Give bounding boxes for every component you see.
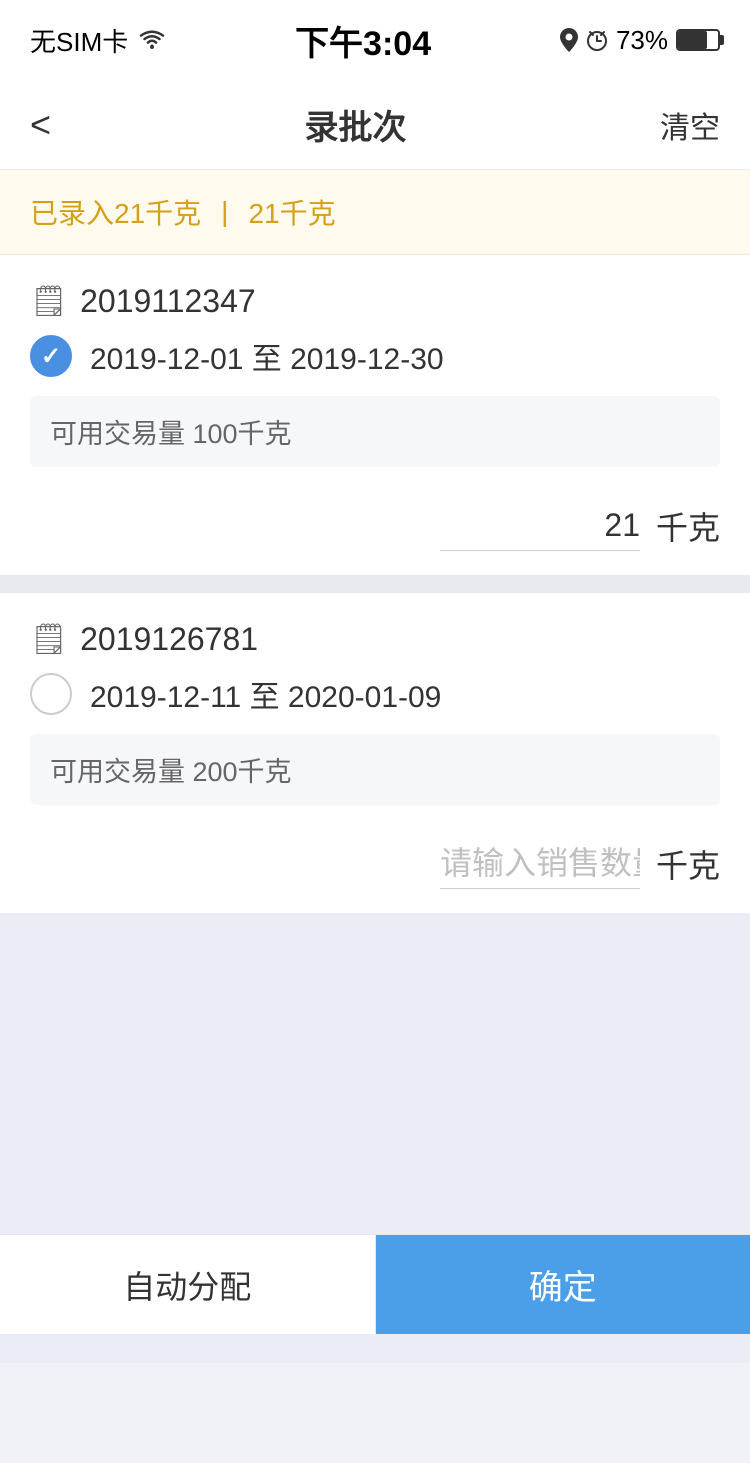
batch-2-date-row: 2019-12-11 至 2020-01-09 (0, 672, 750, 734)
location-icon (560, 28, 578, 52)
batch-2-header: 🗒 2019126781 (0, 593, 750, 672)
batch-2-input-row: 千克 (0, 823, 750, 913)
batch-1-radio[interactable]: ✓ (30, 335, 72, 377)
summary-bar: 已录入21千克 | 21千克 (0, 170, 750, 255)
alarm-icon (586, 28, 608, 52)
batch-2-unit: 千克 (656, 841, 720, 887)
summary-divider: | (221, 196, 228, 228)
footer: 自动分配 确定 (0, 1234, 750, 1334)
check-icon: ✓ (41, 342, 61, 371)
batch-2-radio[interactable] (30, 673, 72, 715)
status-time: 下午3:04 (295, 16, 431, 65)
nav-bar: < 录批次 清空 (0, 80, 750, 170)
batch-1-date-row: ✓ 2019-12-01 至 2019-12-30 (0, 334, 750, 396)
batch-2-available: 可用交易量 200千克 (30, 734, 720, 805)
batch-item-2: 🗒 2019126781 2019-12-11 至 2020-01-09 可用交… (0, 593, 750, 913)
batch-1-doc-icon: 🗒 (30, 284, 68, 319)
back-button[interactable]: < (30, 104, 51, 146)
batch-1-available: 可用交易量 100千克 (30, 396, 720, 467)
carrier-text: 无SIM卡 (30, 22, 128, 59)
batch-1-quantity-input[interactable] (440, 501, 640, 551)
status-right: 73% (560, 25, 720, 56)
wifi-icon (138, 29, 166, 51)
batch-1-id: 2019112347 (80, 283, 256, 320)
battery-icon (676, 29, 720, 51)
entered-label: 已录入21千克 (30, 192, 201, 232)
batch-1-unit: 千克 (656, 503, 720, 549)
battery-text: 73% (616, 25, 668, 56)
batch-2-id: 2019126781 (80, 621, 258, 658)
batch-2-doc-icon: 🗒 (30, 622, 68, 657)
section-separator-1 (0, 575, 750, 593)
summary-value: 21千克 (248, 192, 335, 232)
page-title: 录批次 (305, 100, 407, 149)
batch-1-date: 2019-12-01 至 2019-12-30 (90, 334, 444, 378)
status-bar: 无SIM卡 下午3:04 73% (0, 0, 750, 80)
status-left: 无SIM卡 (30, 22, 166, 59)
batch-2-date: 2019-12-11 至 2020-01-09 (90, 672, 441, 716)
batch-2-quantity-input[interactable] (440, 839, 640, 889)
batch-1-header: 🗒 2019112347 (0, 255, 750, 334)
auto-distribute-button[interactable]: 自动分配 (0, 1235, 376, 1334)
batch-1-input-row: 千克 (0, 485, 750, 575)
batch-item-1: 🗒 2019112347 ✓ 2019-12-01 至 2019-12-30 可… (0, 255, 750, 575)
confirm-button[interactable]: 确定 (376, 1235, 750, 1334)
clear-button[interactable]: 清空 (660, 103, 720, 147)
